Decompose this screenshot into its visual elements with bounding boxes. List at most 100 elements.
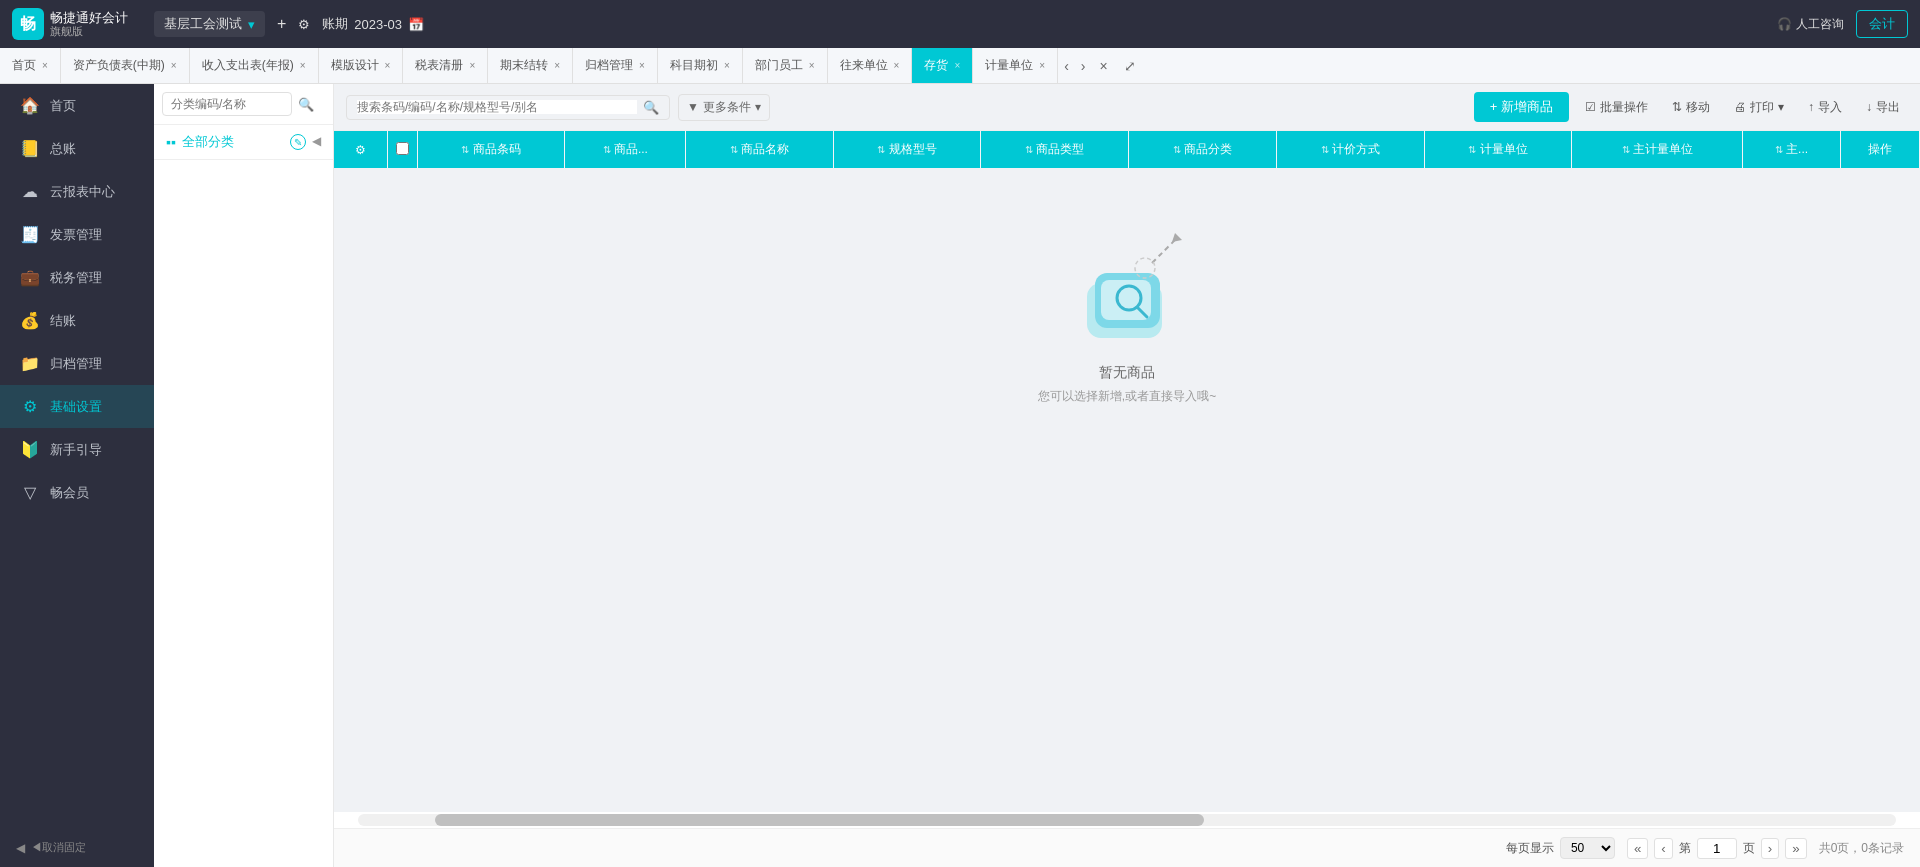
content-area: 🔍 ▪▪ 全部分类 ✎ ◀ 🔍 ▼ 更多条件 [154,84,1920,867]
column-checkbox[interactable] [387,131,417,168]
header-actions: 🎧 人工咨询 会计 [1777,10,1908,38]
close-tab-icon[interactable]: × [809,60,815,71]
calendar-icon[interactable]: 📅 [408,17,424,32]
category-actions: ✎ ◀ [290,134,321,150]
company-selector[interactable]: 基层工会测试 ▾ [154,11,265,37]
print-icon: 🖨 [1734,100,1746,114]
batch-icon: ☑ [1585,100,1596,114]
tab-bar: 首页 × 资产负债表(中期) × 收入支出表(年报) × 模版设计 × 税表清册… [0,48,1920,84]
close-tab-icon[interactable]: × [639,60,645,71]
product-table: ⚙ ⇅ 商品条码 ⇅ 商品... ⇅ 商品名称 ⇅ 规格型号 ⇅ 商品类型 ⇅ … [334,131,1920,168]
column-type: ⇅ 商品类型 [981,131,1129,168]
column-category: ⇅ 商品分类 [1129,131,1277,168]
close-tab-icon[interactable]: × [724,60,730,71]
export-button[interactable]: ↓ 导出 [1858,95,1908,120]
tab-home[interactable]: 首页 × [0,48,61,84]
home-icon: 🏠 [20,96,40,115]
tab-period-close[interactable]: 期末结转 × [488,48,573,84]
close-tab-icon[interactable]: × [894,60,900,71]
product-table-container: ⚙ ⇅ 商品条码 ⇅ 商品... ⇅ 商品名称 ⇅ 规格型号 ⇅ 商品类型 ⇅ … [334,131,1920,812]
unpin-sidebar-button[interactable]: ◀ ◀取消固定 [0,828,154,867]
sidebar-item-invoice[interactable]: 🧾 发票管理 [0,213,154,256]
last-page-button[interactable]: » [1785,838,1806,859]
sidebar-item-settle[interactable]: 💰 结账 [0,299,154,342]
headset-icon: 🎧 [1777,17,1792,31]
tab-prev-button[interactable]: ‹ [1058,58,1075,74]
close-all-tabs-button[interactable]: × [1091,58,1115,74]
tab-contacts[interactable]: 往来单位 × [828,48,913,84]
product-search-input[interactable] [357,100,637,114]
gear-icon: ⚙ [20,397,40,416]
tax-icon: 💼 [20,268,40,287]
account-button[interactable]: 会计 [1856,10,1908,38]
collapse-panel-icon[interactable]: ◀ [312,134,321,150]
add-product-button[interactable]: + 新增商品 [1474,92,1569,122]
tab-department[interactable]: 部门员工 × [743,48,828,84]
edit-category-icon[interactable]: ✎ [290,134,306,150]
sidebar-item-reports[interactable]: ☁ 云报表中心 [0,170,154,213]
tab-income[interactable]: 收入支出表(年报) × [190,48,319,84]
horizontal-scrollbar[interactable] [358,814,1896,826]
close-tab-icon[interactable]: × [171,60,177,71]
tab-unit[interactable]: 计量单位 × [973,48,1058,84]
tab-balance[interactable]: 资产负债表(中期) × [61,48,190,84]
sidebar-item-home[interactable]: 🏠 首页 [0,84,154,127]
expand-tab-button[interactable]: ⤢ [1116,58,1144,74]
period-info: 账期 2023-03 📅 [322,15,424,33]
import-icon: ↑ [1808,100,1814,114]
close-tab-icon[interactable]: × [1039,60,1045,71]
page-size-select[interactable]: 10 20 50 100 [1560,837,1615,859]
move-button[interactable]: ⇅ 移动 [1664,95,1718,120]
sidebar-item-guide[interactable]: 🔰 新手引导 [0,428,154,471]
first-page-button[interactable]: « [1627,838,1648,859]
category-header: ▪▪ 全部分类 ✎ ◀ [154,125,333,160]
import-button[interactable]: ↑ 导入 [1800,95,1850,120]
sidebar-item-settings[interactable]: ⚙ 基础设置 [0,385,154,428]
sidebar-item-archive[interactable]: 📁 归档管理 [0,342,154,385]
empty-arrow-svg [1057,228,1197,348]
page-number-input[interactable] [1697,838,1737,859]
settings-icon[interactable]: ⚙ [298,17,310,32]
total-records-info: 共0页，0条记录 [1819,840,1904,857]
tab-inventory[interactable]: 存货 × [912,48,973,84]
next-page-button[interactable]: › [1761,838,1779,859]
close-tab-icon[interactable]: × [554,60,560,71]
category-search-icon[interactable]: 🔍 [298,97,314,112]
sidebar-item-tax[interactable]: 💼 税务管理 [0,256,154,299]
batch-operation-button[interactable]: ☑ 批量操作 [1577,95,1656,120]
filter-icon: ▼ [687,100,699,114]
prev-page-button[interactable]: ‹ [1654,838,1672,859]
tab-template[interactable]: 模版设计 × [319,48,404,84]
sidebar: 🏠 首页 📒 总账 ☁ 云报表中心 🧾 发票管理 💼 税务管理 💰 结账 📁 归… [0,84,154,867]
select-all-checkbox[interactable] [396,142,409,155]
category-search-input[interactable] [162,92,292,116]
chevron-down-icon: ▾ [248,17,255,32]
all-category-label[interactable]: 全部分类 [182,133,234,151]
cloud-icon: ☁ [20,182,40,201]
tab-subject[interactable]: 科目期初 × [658,48,743,84]
column-barcode: ⇅ 商品条码 [417,131,565,168]
sidebar-item-ledger[interactable]: 📒 总账 [0,127,154,170]
more-filter-button[interactable]: ▼ 更多条件 ▾ [678,94,770,121]
export-icon: ↓ [1866,100,1872,114]
column-price-method: ⇅ 计价方式 [1276,131,1424,168]
tab-archive[interactable]: 归档管理 × [573,48,658,84]
close-tab-icon[interactable]: × [300,60,306,71]
print-button[interactable]: 🖨 打印 ▾ [1726,95,1792,120]
product-search-icon[interactable]: 🔍 [643,100,659,115]
scrollbar-thumb[interactable] [435,814,1204,826]
sidebar-item-member[interactable]: ▽ 畅会员 [0,471,154,514]
left-panel: 🔍 ▪▪ 全部分类 ✎ ◀ [154,84,334,867]
unpin-icon: ◀ [16,841,25,855]
close-tab-icon[interactable]: × [42,60,48,71]
add-tab-button[interactable]: + [277,15,286,33]
close-tab-icon[interactable]: × [954,60,960,71]
close-tab-icon[interactable]: × [385,60,391,71]
header: 畅 畅捷通好会计 旗舰版 基层工会测试 ▾ + ⚙ 账期 2023-03 📅 🎧… [0,0,1920,48]
tab-next-button[interactable]: › [1075,58,1092,74]
close-tab-icon[interactable]: × [469,60,475,71]
tab-tax[interactable]: 税表清册 × [403,48,488,84]
archive-icon: 📁 [20,354,40,373]
column-settings[interactable]: ⚙ [334,131,387,168]
support-button[interactable]: 🎧 人工咨询 [1777,16,1844,33]
